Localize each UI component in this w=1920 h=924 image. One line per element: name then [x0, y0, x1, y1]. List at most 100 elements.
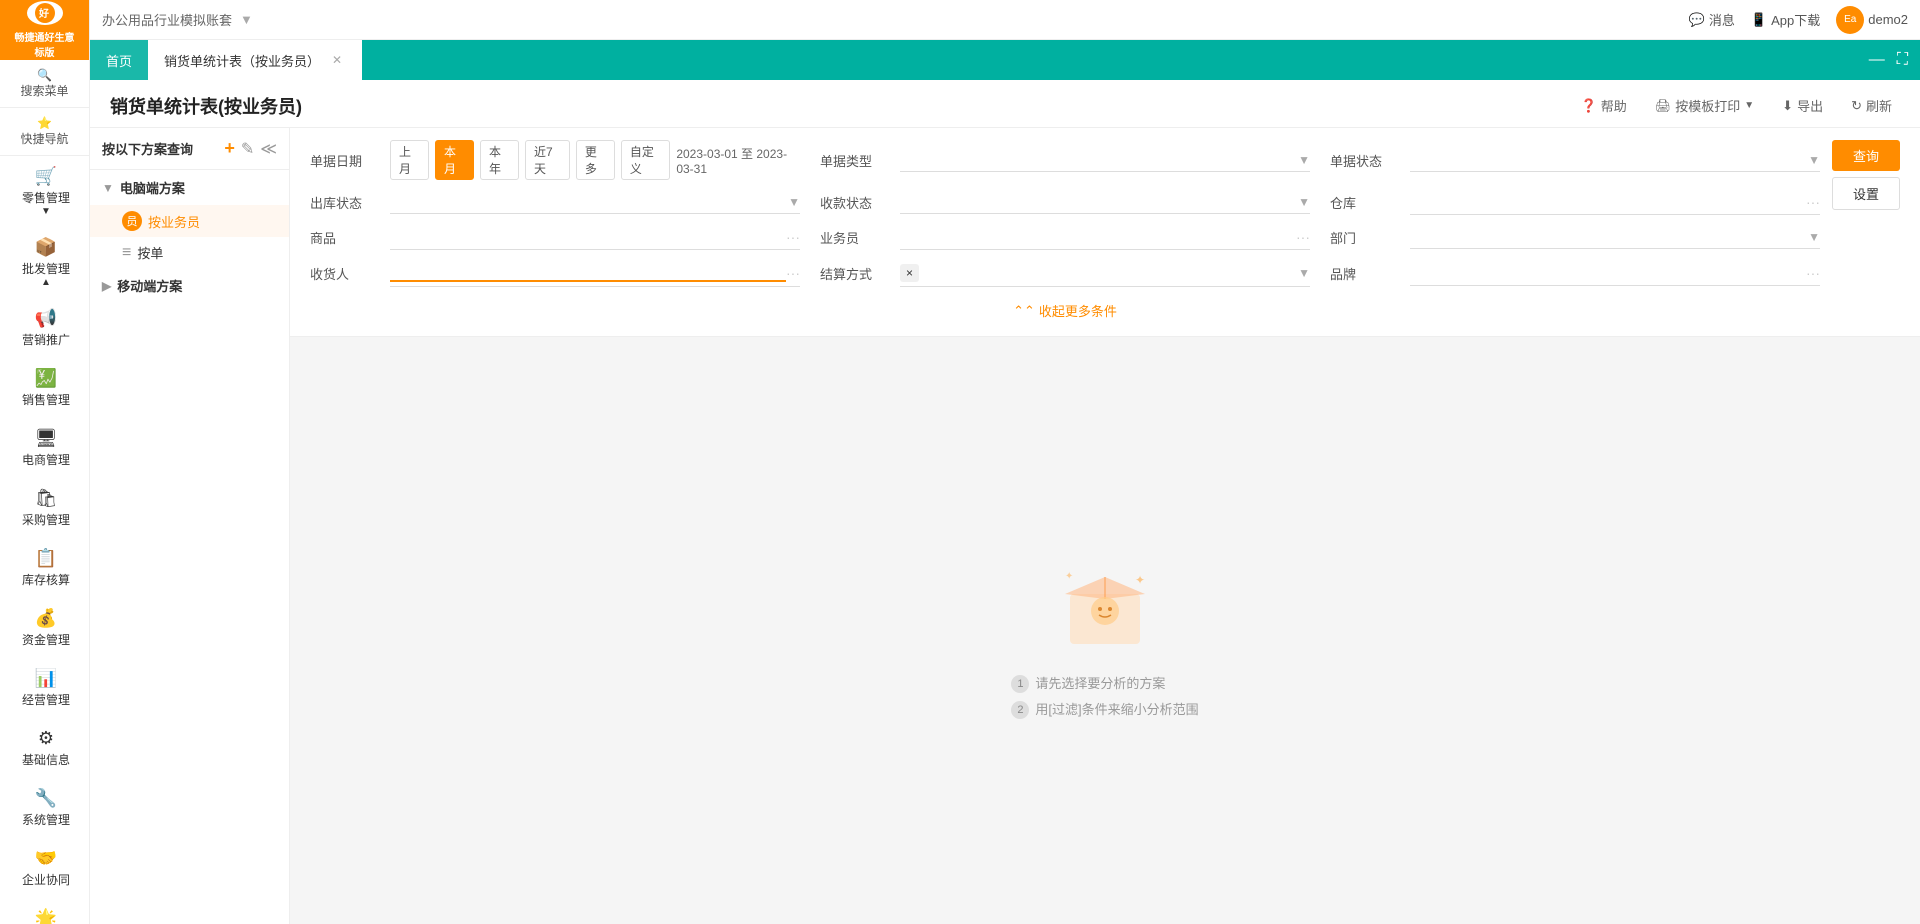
doc-status-label: 单据状态 — [1330, 151, 1410, 170]
sidebar-item-retail[interactable]: 🛒 零售管理 ▼ — [0, 156, 90, 227]
content-area: 销货单统计表(按业务员) ❓ 帮助 🖨 按模板打印 ▼ ⬇ 导出 ↻ 刷新 — [90, 80, 1920, 924]
brand-dots-icon[interactable]: ··· — [1806, 265, 1820, 281]
goods-input[interactable] — [390, 230, 786, 245]
edit-scheme-btn[interactable]: ✎ — [241, 139, 254, 159]
sidebar-item-inventory[interactable]: 📋 库存核算 — [0, 538, 90, 598]
out-status-arrow-icon: ▼ — [788, 195, 800, 209]
filter-wrapper: 单据日期 上月 本月 本年 近7天 更多 自定义 2023-03-01 至 20… — [290, 128, 1920, 337]
tree-section-mobile[interactable]: ▶ 移动端方案 — [90, 268, 289, 303]
doc-type-select[interactable]: ▼ — [900, 149, 1310, 172]
date-btn-7days[interactable]: 近7天 — [525, 140, 570, 180]
logo-icon: 好 — [27, 1, 63, 25]
settle-label: 结算方式 — [820, 264, 900, 283]
sidebar-item-marketing[interactable]: 📢 营销推广 — [0, 298, 90, 358]
refresh-btn[interactable]: ↻ 刷新 — [1843, 92, 1900, 119]
goods-dots-icon[interactable]: ··· — [786, 229, 800, 245]
salesman-input[interactable] — [900, 230, 1296, 245]
brand-input[interactable] — [1410, 266, 1806, 281]
tree-item-by-salesman[interactable]: 员 按业务员 — [90, 205, 289, 237]
topbar: 办公用品行业模拟账套 ▼ 💬 消息 📱 App下载 Ea demo2 — [90, 0, 1920, 40]
app-logo: 好 畅捷通好生意 标版 — [0, 0, 90, 60]
salesman-field[interactable]: ··· — [900, 225, 1310, 250]
settle-tag: × — [900, 264, 919, 282]
out-status-label: 出库状态 — [310, 193, 390, 212]
print-btn[interactable]: 🖨 按模板打印 ▼ — [1647, 92, 1762, 119]
settle-field[interactable]: × ▼ — [900, 260, 1310, 287]
avatar: Ea — [1836, 6, 1864, 34]
help-btn[interactable]: ❓ 帮助 — [1573, 92, 1635, 119]
goods-label: 商品 — [310, 228, 390, 247]
left-panel: 按以下方案查询 + ✎ ≪ ▼ 电脑端方案 员 — [90, 128, 290, 924]
date-btn-custom[interactable]: 自定义 — [621, 140, 671, 180]
export-icon: ⬇ — [1782, 98, 1793, 114]
collapse-panel-btn[interactable]: ≪ — [260, 139, 277, 159]
warehouse-field[interactable]: ··· — [1410, 190, 1820, 215]
empty-hints: 1 请先选择要分析的方案 2 用[过滤]条件来缩小分析范围 — [1011, 671, 1198, 723]
dept-label: 部门 — [1330, 228, 1410, 247]
doc-status-select[interactable]: ▼ — [1410, 149, 1820, 172]
quick-nav-item[interactable]: ⭐ 快捷导航 — [0, 108, 90, 156]
topbar-left: 办公用品行业模拟账套 ▼ — [102, 10, 253, 29]
brand-field[interactable]: ··· — [1410, 261, 1820, 286]
filter-row-2: 出库状态 ▼ 收款状态 ▼ 仓库 — [310, 190, 1820, 215]
app-download-btn[interactable]: 📱 App下载 — [1751, 10, 1820, 29]
sidebar-item-wholesale[interactable]: 📦 批发管理 ▲ — [0, 227, 90, 298]
wholesale-icon: 📦 — [35, 237, 57, 258]
sidebar-item-operations[interactable]: 📊 经营管理 — [0, 658, 90, 718]
sidebar-item-newbie[interactable]: 🌟 新手引导 — [0, 898, 90, 924]
tab-minimize-btn[interactable]: — — [1865, 47, 1889, 73]
sidebar-item-enterprise[interactable]: 🤝 企业协同 — [0, 838, 90, 898]
search-menu-item[interactable]: 🔍 搜索菜单 — [0, 60, 90, 108]
settle-arrow-icon: ▼ — [1298, 266, 1310, 280]
tab-home[interactable]: 首页 — [90, 40, 148, 80]
receiver-input[interactable] — [390, 265, 786, 282]
tab-close-btn[interactable]: ✕ — [328, 51, 346, 69]
date-btn-this-year[interactable]: 本年 — [480, 140, 519, 180]
date-label: 单据日期 — [310, 151, 390, 170]
left-panel-title: 按以下方案查询 — [102, 139, 193, 158]
date-btn-more[interactable]: 更多 — [576, 140, 615, 180]
breadcrumb-dropdown-icon[interactable]: ▼ — [240, 12, 253, 27]
sidebar-item-basic[interactable]: ⚙ 基础信息 — [0, 718, 90, 778]
out-status-select[interactable]: ▼ — [390, 191, 800, 214]
sidebar-item-system[interactable]: 🔧 系统管理 — [0, 778, 90, 838]
enterprise-icon: 🤝 — [35, 848, 57, 869]
add-scheme-btn[interactable]: + — [224, 138, 235, 159]
svg-text:好: 好 — [38, 7, 49, 20]
svg-text:✦: ✦ — [1135, 573, 1145, 587]
page-title: 销货单统计表(按业务员) — [110, 93, 302, 119]
user-menu-btn[interactable]: Ea demo2 — [1836, 6, 1908, 34]
receiver-dots-icon[interactable]: ··· — [786, 265, 800, 281]
tree-item-by-order[interactable]: ≡ 按单 — [90, 237, 289, 268]
tab-home-label: 首页 — [106, 51, 132, 70]
sidebar-item-ecommerce[interactable]: 🖥 电商管理 — [0, 418, 90, 478]
sidebar-item-purchase[interactable]: 🛍 采购管理 — [0, 478, 90, 538]
tab-sales-stat[interactable]: 销货单统计表（按业务员） ✕ — [148, 40, 362, 80]
setting-btn[interactable]: 设置 — [1832, 177, 1900, 210]
newbie-icon: 🌟 — [35, 908, 57, 924]
scheme-tree: ▼ 电脑端方案 员 按业务员 ≡ 按单 ▶ — [90, 170, 289, 303]
sales-icon: 💹 — [35, 368, 57, 389]
date-btn-this-month[interactable]: 本月 — [435, 140, 474, 180]
receipt-status-select[interactable]: ▼ — [900, 191, 1310, 214]
warehouse-input[interactable] — [1410, 195, 1806, 210]
sidebar-item-sales[interactable]: 💹 销售管理 — [0, 358, 90, 418]
date-btn-last-month[interactable]: 上月 — [390, 140, 429, 180]
tree-section-pc[interactable]: ▼ 电脑端方案 — [90, 170, 289, 205]
receiver-field[interactable]: ··· — [390, 261, 800, 287]
help-icon: ❓ — [1581, 98, 1597, 114]
goods-field[interactable]: ··· — [390, 225, 800, 250]
dept-select[interactable]: ▼ — [1410, 226, 1820, 249]
query-btn[interactable]: 查询 — [1832, 140, 1900, 171]
message-btn[interactable]: 💬 消息 — [1689, 10, 1735, 29]
sidebar-item-finance[interactable]: 💰 资金管理 — [0, 598, 90, 658]
salesman-dots-icon[interactable]: ··· — [1296, 229, 1310, 245]
quick-nav-icon: ⭐ — [37, 116, 52, 130]
tab-maximize-btn[interactable]: ⛶ — [1893, 47, 1912, 73]
collapse-btn[interactable]: ⌃⌃ 收起更多条件 — [1013, 301, 1117, 320]
search-icon: 🔍 — [37, 68, 52, 82]
brand-label: 品牌 — [1330, 264, 1410, 283]
tab-sales-stat-label: 销货单统计表（按业务员） — [164, 51, 320, 70]
export-btn[interactable]: ⬇ 导出 — [1774, 92, 1831, 119]
settle-tag-icon: × — [906, 266, 913, 280]
